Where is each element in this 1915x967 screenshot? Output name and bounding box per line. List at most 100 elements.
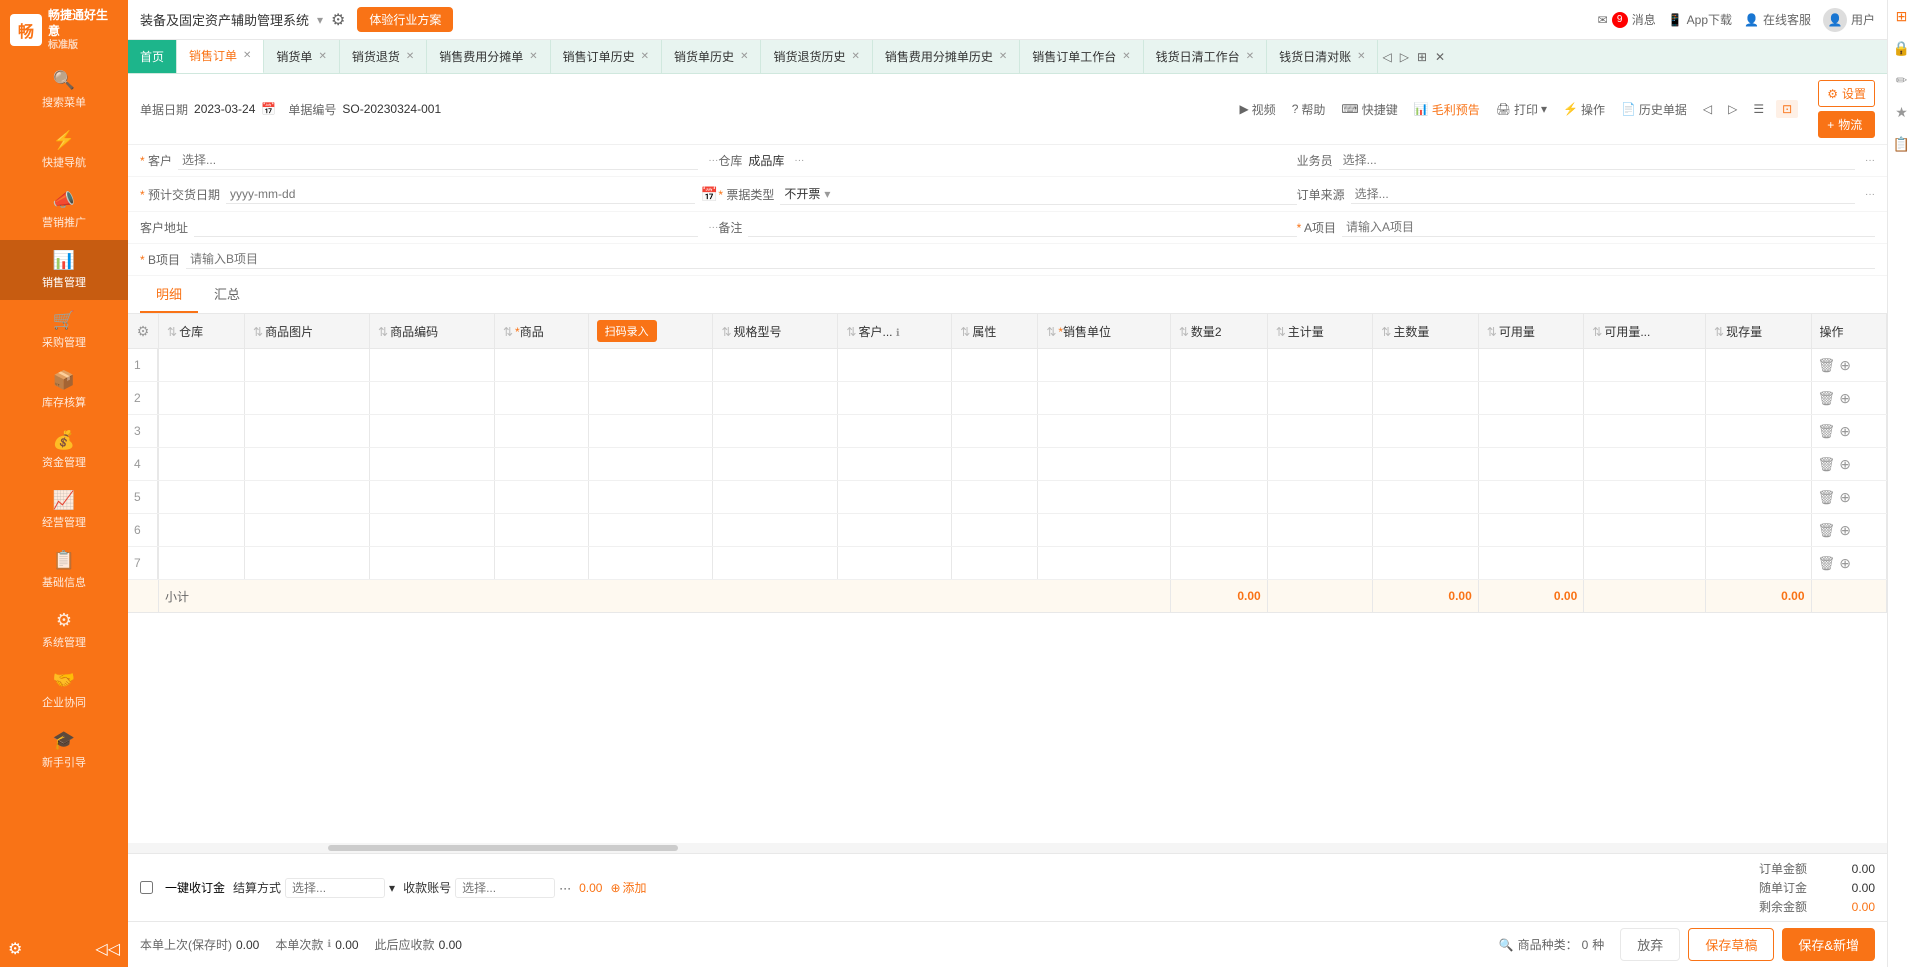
- checkout-method-input[interactable]: [285, 878, 385, 898]
- cell-main-qty-6[interactable]: [1373, 514, 1478, 546]
- cell-product-4[interactable]: [495, 448, 588, 480]
- tab-cash-reconcile[interactable]: 钱货日清对账 ✕: [1267, 40, 1378, 74]
- help-btn[interactable]: ? 帮助: [1288, 99, 1330, 120]
- print-btn[interactable]: 🖨 打印 ▾: [1492, 99, 1551, 120]
- tabbar-close[interactable]: ✕: [1431, 50, 1449, 64]
- cell-warehouse-4[interactable]: [159, 448, 244, 480]
- user-item[interactable]: 👤 用户: [1823, 8, 1875, 32]
- cell-qty2-2[interactable]: [1171, 382, 1267, 414]
- th-available[interactable]: ⇅可用量: [1478, 314, 1584, 349]
- view-btn[interactable]: ▶ 视频: [1235, 99, 1279, 120]
- copy-icon-3[interactable]: ⊕: [1839, 423, 1851, 440]
- sidebar-item-enterprise[interactable]: 🤝 企业协同: [0, 660, 128, 720]
- sidebar-item-finance[interactable]: 💰 资金管理: [0, 420, 128, 480]
- tab-sales-order-close[interactable]: ✕: [243, 50, 251, 61]
- copy-icon-5[interactable]: ⊕: [1839, 489, 1851, 506]
- cell-code-7[interactable]: [370, 547, 494, 579]
- customer-dots[interactable]: ···: [708, 155, 718, 166]
- th-attributes[interactable]: ⇅属性: [952, 314, 1038, 349]
- discard-button[interactable]: 放弃: [1620, 928, 1680, 961]
- a-project-input[interactable]: [1342, 218, 1875, 237]
- one-click-checkout-checkbox[interactable]: [140, 881, 153, 894]
- tab-order-history[interactable]: 销售订单历史 ✕: [551, 40, 662, 74]
- history-btn[interactable]: 📄 历史单据: [1617, 99, 1691, 120]
- sidebar-item-system[interactable]: ⚙ 系统管理: [0, 600, 128, 660]
- cell-spec-4[interactable]: [713, 448, 837, 480]
- staff-input[interactable]: [1339, 151, 1855, 170]
- cell-customer-code-6[interactable]: [838, 514, 951, 546]
- tab-sales-order[interactable]: 销售订单 ✕: [177, 40, 264, 74]
- cell-unit-2[interactable]: [1038, 382, 1170, 414]
- sidebar-item-purchase[interactable]: 🛒 采购管理: [0, 300, 128, 360]
- th-image[interactable]: ⇅商品图片: [245, 314, 370, 349]
- right-panel-edit-icon[interactable]: ✏: [1890, 68, 1914, 92]
- cell-customer-code-4[interactable]: [838, 448, 951, 480]
- right-panel-clipboard-icon[interactable]: 📋: [1890, 132, 1914, 156]
- cell-product-6[interactable]: [495, 514, 588, 546]
- cell-attributes-2[interactable]: [952, 382, 1037, 414]
- cell-qty2-3[interactable]: [1171, 415, 1267, 447]
- tab-sales-returns[interactable]: 销货单 ✕: [264, 40, 339, 74]
- delivery-calendar-icon[interactable]: 📅: [701, 186, 718, 203]
- view-list[interactable]: ☰: [1749, 100, 1768, 118]
- order-source-dots[interactable]: ···: [1865, 189, 1875, 200]
- b-project-input[interactable]: [186, 250, 1875, 269]
- view-expand[interactable]: ⊡: [1776, 100, 1798, 118]
- tab-cash-workbench[interactable]: 钱货日清工作台 ✕: [1144, 40, 1267, 74]
- solution-button[interactable]: 体验行业方案: [357, 7, 453, 32]
- tab-order-workbench[interactable]: 销售订单工作台 ✕: [1020, 40, 1143, 74]
- cell-main-qty-3[interactable]: [1373, 415, 1478, 447]
- th-qty2[interactable]: ⇅数量2: [1170, 314, 1267, 349]
- cell-main-qty-5[interactable]: [1373, 481, 1478, 513]
- cell-attributes-4[interactable]: [952, 448, 1037, 480]
- sidebar-item-search[interactable]: 🔍 搜索菜单: [0, 60, 128, 120]
- tab-detail[interactable]: 明细: [140, 276, 198, 313]
- delete-icon-3[interactable]: 🗑: [1818, 423, 1836, 440]
- nav-prev[interactable]: ◁: [1699, 100, 1716, 118]
- cell-product-5[interactable]: [495, 481, 588, 513]
- th-main-qty[interactable]: ⇅主数量: [1373, 314, 1479, 349]
- cell-spec-1[interactable]: [713, 349, 837, 381]
- tab-expense-history[interactable]: 销售费用分摊单历史 ✕: [873, 40, 1020, 74]
- cell-unit-5[interactable]: [1038, 481, 1170, 513]
- tab-expense-history-close[interactable]: ✕: [999, 51, 1007, 62]
- sidebar-item-sales[interactable]: 📊 销售管理: [0, 240, 128, 300]
- settings-bottom-icon[interactable]: ⚙: [8, 939, 22, 959]
- delete-icon-1[interactable]: 🗑: [1818, 357, 1836, 374]
- delete-icon-2[interactable]: 🗑: [1818, 390, 1836, 407]
- delete-icon-4[interactable]: 🗑: [1818, 456, 1836, 473]
- delete-icon-7[interactable]: 🗑: [1818, 555, 1836, 572]
- cell-unit-4[interactable]: [1038, 448, 1170, 480]
- cell-qty2-7[interactable]: [1171, 547, 1267, 579]
- cell-product-3[interactable]: [495, 415, 588, 447]
- th-warehouse[interactable]: ⇅仓库: [159, 314, 245, 349]
- right-panel-lock-icon[interactable]: 🔒: [1890, 36, 1914, 60]
- copy-icon-7[interactable]: ⊕: [1839, 555, 1851, 572]
- cell-product-2[interactable]: [495, 382, 588, 414]
- cell-unit-1[interactable]: [1038, 349, 1170, 381]
- cell-spec-3[interactable]: [713, 415, 837, 447]
- tab-returns-history[interactable]: 销货单历史 ✕: [662, 40, 761, 74]
- settings-btn[interactable]: ⚙ 设置: [1818, 80, 1875, 107]
- tab-refund-history[interactable]: 销货退货历史 ✕: [761, 40, 872, 74]
- th-stock[interactable]: ⇅现存量: [1706, 314, 1812, 349]
- sidebar-item-quick-nav[interactable]: ⚡ 快捷导航: [0, 120, 128, 180]
- cell-unit-7[interactable]: [1038, 547, 1170, 579]
- save-new-button[interactable]: 保存&新增: [1782, 928, 1875, 961]
- copy-icon-1[interactable]: ⊕: [1839, 357, 1851, 374]
- scan-btn[interactable]: 扫码录入: [597, 320, 657, 342]
- cell-attributes-6[interactable]: [952, 514, 1037, 546]
- cell-attributes-5[interactable]: [952, 481, 1037, 513]
- cell-qty2-1[interactable]: [1171, 349, 1267, 381]
- tab-order-history-close[interactable]: ✕: [641, 51, 649, 62]
- tab-sales-returns-close[interactable]: ✕: [318, 51, 326, 62]
- order-source-input[interactable]: [1351, 185, 1855, 204]
- tabbar-grid[interactable]: ⊞: [1413, 50, 1431, 64]
- cell-unit-3[interactable]: [1038, 415, 1170, 447]
- cell-attributes-1[interactable]: [952, 349, 1037, 381]
- tab-sales-refund-close[interactable]: ✕: [406, 51, 414, 62]
- sidebar-item-marketing[interactable]: 📣 营销推广: [0, 180, 128, 240]
- nav-next[interactable]: ▷: [1724, 100, 1741, 118]
- sidebar-item-inventory[interactable]: 📦 库存核算: [0, 360, 128, 420]
- cell-spec-2[interactable]: [713, 382, 837, 414]
